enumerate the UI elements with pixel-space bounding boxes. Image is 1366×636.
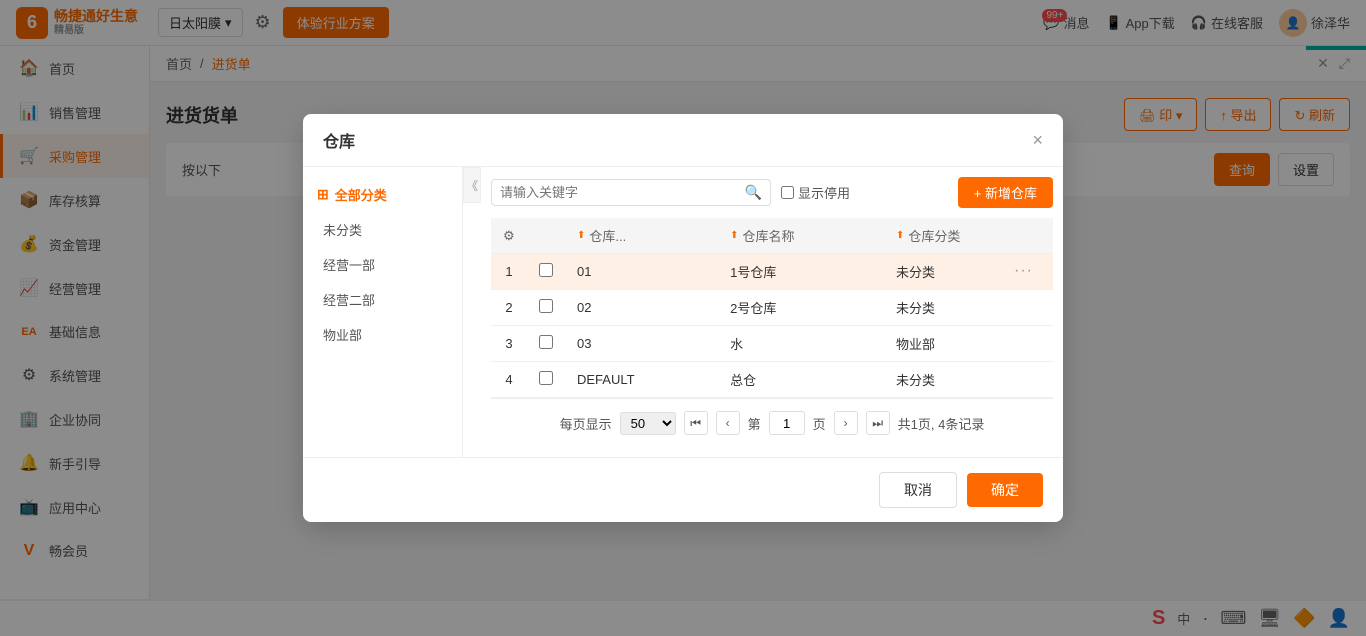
search-input[interactable]: [500, 185, 745, 200]
table-toolbar: 🔍 显示停用 + 新增仓库: [491, 177, 1053, 208]
grid-icon: ⊞: [317, 186, 329, 203]
category-header[interactable]: ⊞ 全部分类: [303, 177, 462, 212]
category-sidebar: ⊞ 全部分类 未分类 经营一部 经营二部 物业部: [303, 167, 463, 457]
sort-icon-category: ⬆: [896, 230, 904, 241]
row-1-check: [527, 254, 565, 290]
page-summary: 共1页, 4条记录: [898, 414, 985, 433]
modal-overlay: 仓库 × ⊞ 全部分类 未分类 经营一部 经营二部 物业部 《: [0, 0, 1366, 636]
sort-icon-name: ⬆: [730, 230, 738, 241]
table-row[interactable]: 4 DEFAULT 总仓 未分类: [491, 362, 1053, 398]
last-page-button[interactable]: ⏭: [866, 411, 890, 435]
row-1-code: 01: [565, 254, 718, 290]
row-1-name: 1号仓库: [718, 254, 884, 290]
table-area: 🔍 显示停用 + 新增仓库 ⚙: [481, 167, 1063, 457]
table-row[interactable]: 2 02 2号仓库 未分类: [491, 290, 1053, 326]
show-disabled-label: 显示停用: [798, 183, 850, 202]
row-3-category: 物业部: [884, 326, 1053, 362]
row-4-name: 总仓: [718, 362, 884, 398]
th-gear[interactable]: ⚙: [491, 218, 527, 254]
row-4-num: 4: [491, 362, 527, 398]
warehouse-modal: 仓库 × ⊞ 全部分类 未分类 经营一部 经营二部 物业部 《: [303, 114, 1063, 522]
per-page-label: 每页显示: [560, 414, 612, 433]
row-3-check: [527, 326, 565, 362]
modal-title: 仓库: [323, 128, 355, 152]
row-2-name: 2号仓库: [718, 290, 884, 326]
th-name: ⬆ 仓库名称: [718, 218, 884, 254]
category-collapse-button[interactable]: 《: [463, 167, 481, 203]
collapse-icon: 《: [466, 177, 478, 194]
show-disabled-checkbox[interactable]: [781, 186, 794, 199]
prev-page-button[interactable]: ‹: [716, 411, 740, 435]
warehouse-table: ⚙ ⬆ 仓库... ⬆: [491, 218, 1053, 398]
table-scroll: ⚙ ⬆ 仓库... ⬆: [491, 218, 1053, 398]
th-check: [527, 218, 565, 254]
row-2-code: 02: [565, 290, 718, 326]
row-1-actions[interactable]: ···: [1014, 262, 1033, 280]
row-2-num: 2: [491, 290, 527, 326]
table-header-row: ⚙ ⬆ 仓库... ⬆: [491, 218, 1053, 254]
page-input[interactable]: [769, 411, 805, 435]
modal-body: ⊞ 全部分类 未分类 经营一部 经营二部 物业部 《 🔍: [303, 167, 1063, 457]
th-category: ⬆ 仓库分类: [884, 218, 1053, 254]
sort-icon-code: ⬆: [577, 230, 585, 241]
row-3-name: 水: [718, 326, 884, 362]
pagination: 每页显示 50 20 100 ⏮ ‹ 第 页 › ⏭ 共1页, 4条记录: [491, 398, 1053, 447]
category-item-ops1[interactable]: 经营一部: [303, 247, 462, 282]
per-page-select[interactable]: 50 20 100: [620, 412, 676, 435]
row-4-check: [527, 362, 565, 398]
row-3-code: 03: [565, 326, 718, 362]
category-item-property[interactable]: 物业部: [303, 317, 462, 352]
category-header-label: 全部分类: [335, 185, 387, 204]
search-box: 🔍: [491, 179, 771, 206]
row-2-category: 未分类: [884, 290, 1053, 326]
page-suffix: 页: [813, 414, 826, 433]
row-4-code: DEFAULT: [565, 362, 718, 398]
page-label: 第: [748, 414, 761, 433]
table-head: ⚙ ⬆ 仓库... ⬆: [491, 218, 1053, 254]
show-disabled-wrapper: 显示停用: [781, 183, 850, 202]
table-body: 1 01 1号仓库 未分类 ··· 2 0: [491, 254, 1053, 398]
th-code: ⬆ 仓库...: [565, 218, 718, 254]
category-item-ops2[interactable]: 经营二部: [303, 282, 462, 317]
confirm-button[interactable]: 确定: [967, 473, 1043, 507]
table-row[interactable]: 1 01 1号仓库 未分类 ···: [491, 254, 1053, 290]
row-2-check: [527, 290, 565, 326]
first-page-button[interactable]: ⏮: [684, 411, 708, 435]
row-4-category: 未分类: [884, 362, 1053, 398]
search-icon: 🔍: [745, 184, 762, 201]
modal-header: 仓库 ×: [303, 114, 1063, 167]
modal-footer: 取消 确定: [303, 457, 1063, 522]
row-1-category: 未分类 ···: [884, 254, 1053, 290]
row-3-num: 3: [491, 326, 527, 362]
row-1-num: 1: [491, 254, 527, 290]
next-page-button[interactable]: ›: [834, 411, 858, 435]
table-row[interactable]: 3 03 水 物业部: [491, 326, 1053, 362]
category-item-unclassified[interactable]: 未分类: [303, 212, 462, 247]
cancel-button[interactable]: 取消: [879, 472, 957, 508]
modal-close-button[interactable]: ×: [1032, 131, 1043, 149]
add-warehouse-button[interactable]: + 新增仓库: [958, 177, 1053, 208]
